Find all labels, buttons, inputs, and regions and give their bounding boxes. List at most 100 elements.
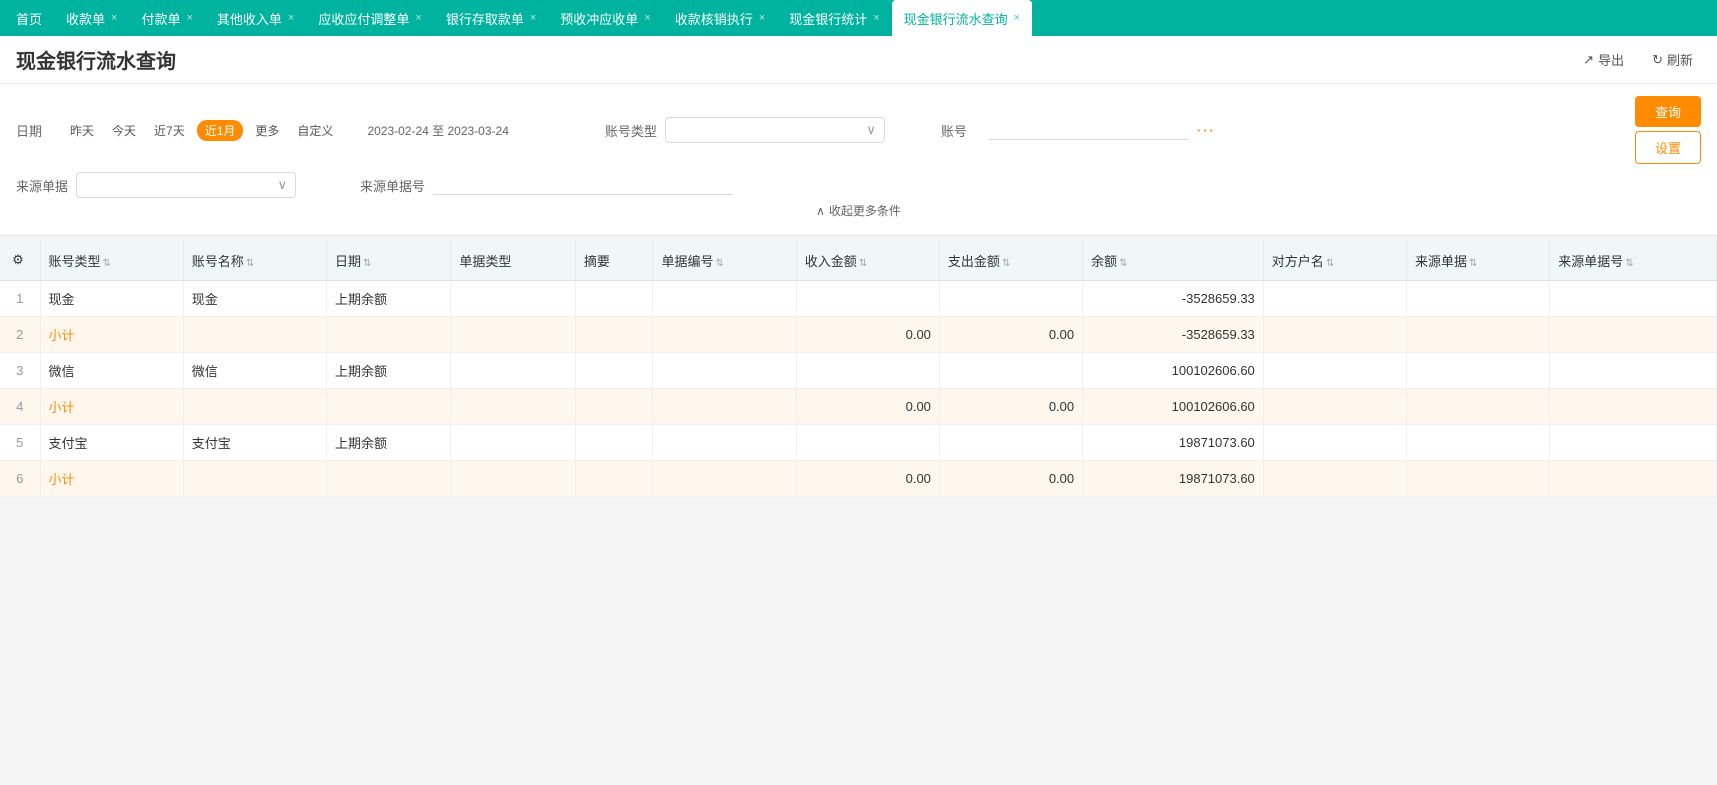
export-button[interactable]: ↗ 导出 xyxy=(1575,46,1632,73)
sort-icon[interactable]: ⇅ xyxy=(246,258,254,269)
sort-icon[interactable]: ⇅ xyxy=(716,258,724,269)
cell-account-name: 微信 xyxy=(183,353,326,389)
nav-item-home[interactable]: 首页 xyxy=(4,0,54,36)
nav-item-collection-exec[interactable]: 收款核销执行 × xyxy=(663,0,777,36)
close-icon[interactable]: × xyxy=(186,12,192,24)
close-icon[interactable]: × xyxy=(1014,12,1020,24)
cell-doc-no xyxy=(653,461,796,497)
ellipsis-icon[interactable]: ··· xyxy=(1197,123,1216,138)
cell-source-doc-no xyxy=(1550,425,1717,461)
nav-item-cash-stats[interactable]: 现金银行统计 × xyxy=(777,0,891,36)
date-opt-yesterday[interactable]: 昨天 xyxy=(64,120,100,141)
cell-balance: -3528659.33 xyxy=(1083,281,1264,317)
date-opt-7days[interactable]: 近7天 xyxy=(148,120,191,141)
cell-doc-type xyxy=(451,317,575,353)
settings-button[interactable]: 设置 xyxy=(1635,131,1701,164)
refresh-icon: ↻ xyxy=(1652,52,1663,68)
date-filter-group: 日期 昨天 今天 近7天 近1月 更多 自定义 xyxy=(16,120,339,141)
cell-counterpart xyxy=(1263,425,1406,461)
close-icon[interactable]: × xyxy=(415,12,421,24)
row-number: 6 xyxy=(0,461,40,497)
account-type-label: 账号类型 xyxy=(605,121,657,140)
table-row: 6小计0.000.0019871073.60 xyxy=(0,461,1717,497)
settings-gear-icon[interactable]: ⚙ xyxy=(8,250,28,270)
cell-expense xyxy=(939,353,1082,389)
cell-income: 0.00 xyxy=(796,317,939,353)
sort-icon[interactable]: ⇅ xyxy=(363,258,371,269)
table-row: 3微信微信上期余额100102606.60 xyxy=(0,353,1717,389)
filter-row-2: 来源单据 ∨ 来源单据号 xyxy=(16,172,1701,198)
query-button[interactable]: 查询 xyxy=(1635,96,1701,127)
table-header-row: ⚙ 账号类型⇅ 账号名称⇅ 日期⇅ 单据类型 摘要 单据编号⇅ 收入金额⇅ xyxy=(0,240,1717,281)
th-counterpart: 对方户名⇅ xyxy=(1263,240,1406,281)
nav-item-advance-offset[interactable]: 预收冲应收单 × xyxy=(548,0,662,36)
cell-date xyxy=(326,461,450,497)
sort-icon[interactable]: ⇅ xyxy=(1625,258,1633,269)
sort-icon[interactable]: ⇅ xyxy=(1469,258,1477,269)
cell-summary xyxy=(575,353,653,389)
cell-source-doc-no xyxy=(1550,353,1717,389)
th-summary: 摘要 xyxy=(575,240,653,281)
cell-date: 上期余额 xyxy=(326,353,450,389)
date-opt-more[interactable]: 更多 xyxy=(249,120,285,141)
cell-source-doc xyxy=(1407,425,1550,461)
cell-doc-type xyxy=(451,425,575,461)
cell-doc-type xyxy=(451,281,575,317)
cell-doc-no xyxy=(653,425,796,461)
nav-item-bank-deposit[interactable]: 银行存取款单 × xyxy=(434,0,548,36)
sort-icon[interactable]: ⇅ xyxy=(103,258,111,269)
cell-account-type: 小计 xyxy=(40,461,183,497)
cell-balance: -3528659.33 xyxy=(1083,317,1264,353)
refresh-button[interactable]: ↻ 刷新 xyxy=(1644,46,1701,73)
cell-balance: 100102606.60 xyxy=(1083,353,1264,389)
nav-item-ar-ap-adjust[interactable]: 应收应付调整单 × xyxy=(306,0,433,36)
nav-item-receipt[interactable]: 收款单 × xyxy=(54,0,129,36)
date-opt-1month[interactable]: 近1月 xyxy=(197,120,244,141)
account-input[interactable] xyxy=(989,120,1189,140)
data-table-container: ⚙ 账号类型⇅ 账号名称⇅ 日期⇅ 单据类型 摘要 单据编号⇅ 收入金额⇅ xyxy=(0,240,1717,497)
cell-doc-type xyxy=(451,389,575,425)
cell-counterpart xyxy=(1263,281,1406,317)
source-doc-group: 来源单据 ∨ xyxy=(16,172,296,198)
th-doc-type: 单据类型 xyxy=(451,240,575,281)
collapse-bar[interactable]: ∧ 收起更多条件 xyxy=(16,198,1701,223)
th-expense: 支出金额⇅ xyxy=(939,240,1082,281)
account-type-select[interactable]: ∨ xyxy=(665,117,885,143)
close-icon[interactable]: × xyxy=(288,12,294,24)
cell-counterpart xyxy=(1263,389,1406,425)
nav-item-cash-flow-query[interactable]: 现金银行流水查询 × xyxy=(892,0,1032,36)
cell-expense: 0.00 xyxy=(939,317,1082,353)
source-doc-select[interactable]: ∨ xyxy=(76,172,296,198)
sort-icon[interactable]: ⇅ xyxy=(859,258,867,269)
sort-icon[interactable]: ⇅ xyxy=(1002,258,1010,269)
cell-balance: 19871073.60 xyxy=(1083,425,1264,461)
cell-source-doc xyxy=(1407,461,1550,497)
cell-doc-no xyxy=(653,281,796,317)
nav-item-payment[interactable]: 付款单 × xyxy=(129,0,204,36)
th-source-doc-no: 来源单据号⇅ xyxy=(1550,240,1717,281)
close-icon[interactable]: × xyxy=(644,12,650,24)
close-icon[interactable]: × xyxy=(530,12,536,24)
cell-expense xyxy=(939,281,1082,317)
sort-icon[interactable]: ⇅ xyxy=(1326,258,1334,269)
cell-account-name xyxy=(183,461,326,497)
sort-icon[interactable]: ⇅ xyxy=(1119,258,1127,269)
th-settings: ⚙ xyxy=(0,240,40,281)
nav-item-other-income[interactable]: 其他收入单 × xyxy=(205,0,306,36)
cell-expense xyxy=(939,425,1082,461)
row-number: 1 xyxy=(0,281,40,317)
th-doc-no: 单据编号⇅ xyxy=(653,240,796,281)
cell-date xyxy=(326,317,450,353)
table-row: 5支付宝支付宝上期余额19871073.60 xyxy=(0,425,1717,461)
date-opt-custom[interactable]: 自定义 xyxy=(291,120,339,141)
row-number: 2 xyxy=(0,317,40,353)
date-opt-today[interactable]: 今天 xyxy=(106,120,142,141)
account-type-group: 账号类型 ∨ xyxy=(605,117,885,143)
close-icon[interactable]: × xyxy=(111,12,117,24)
source-doc-no-input[interactable] xyxy=(433,175,733,195)
cell-income: 0.00 xyxy=(796,461,939,497)
cell-account-type: 支付宝 xyxy=(40,425,183,461)
close-icon[interactable]: × xyxy=(873,12,879,24)
cell-date: 上期余额 xyxy=(326,425,450,461)
close-icon[interactable]: × xyxy=(759,12,765,24)
